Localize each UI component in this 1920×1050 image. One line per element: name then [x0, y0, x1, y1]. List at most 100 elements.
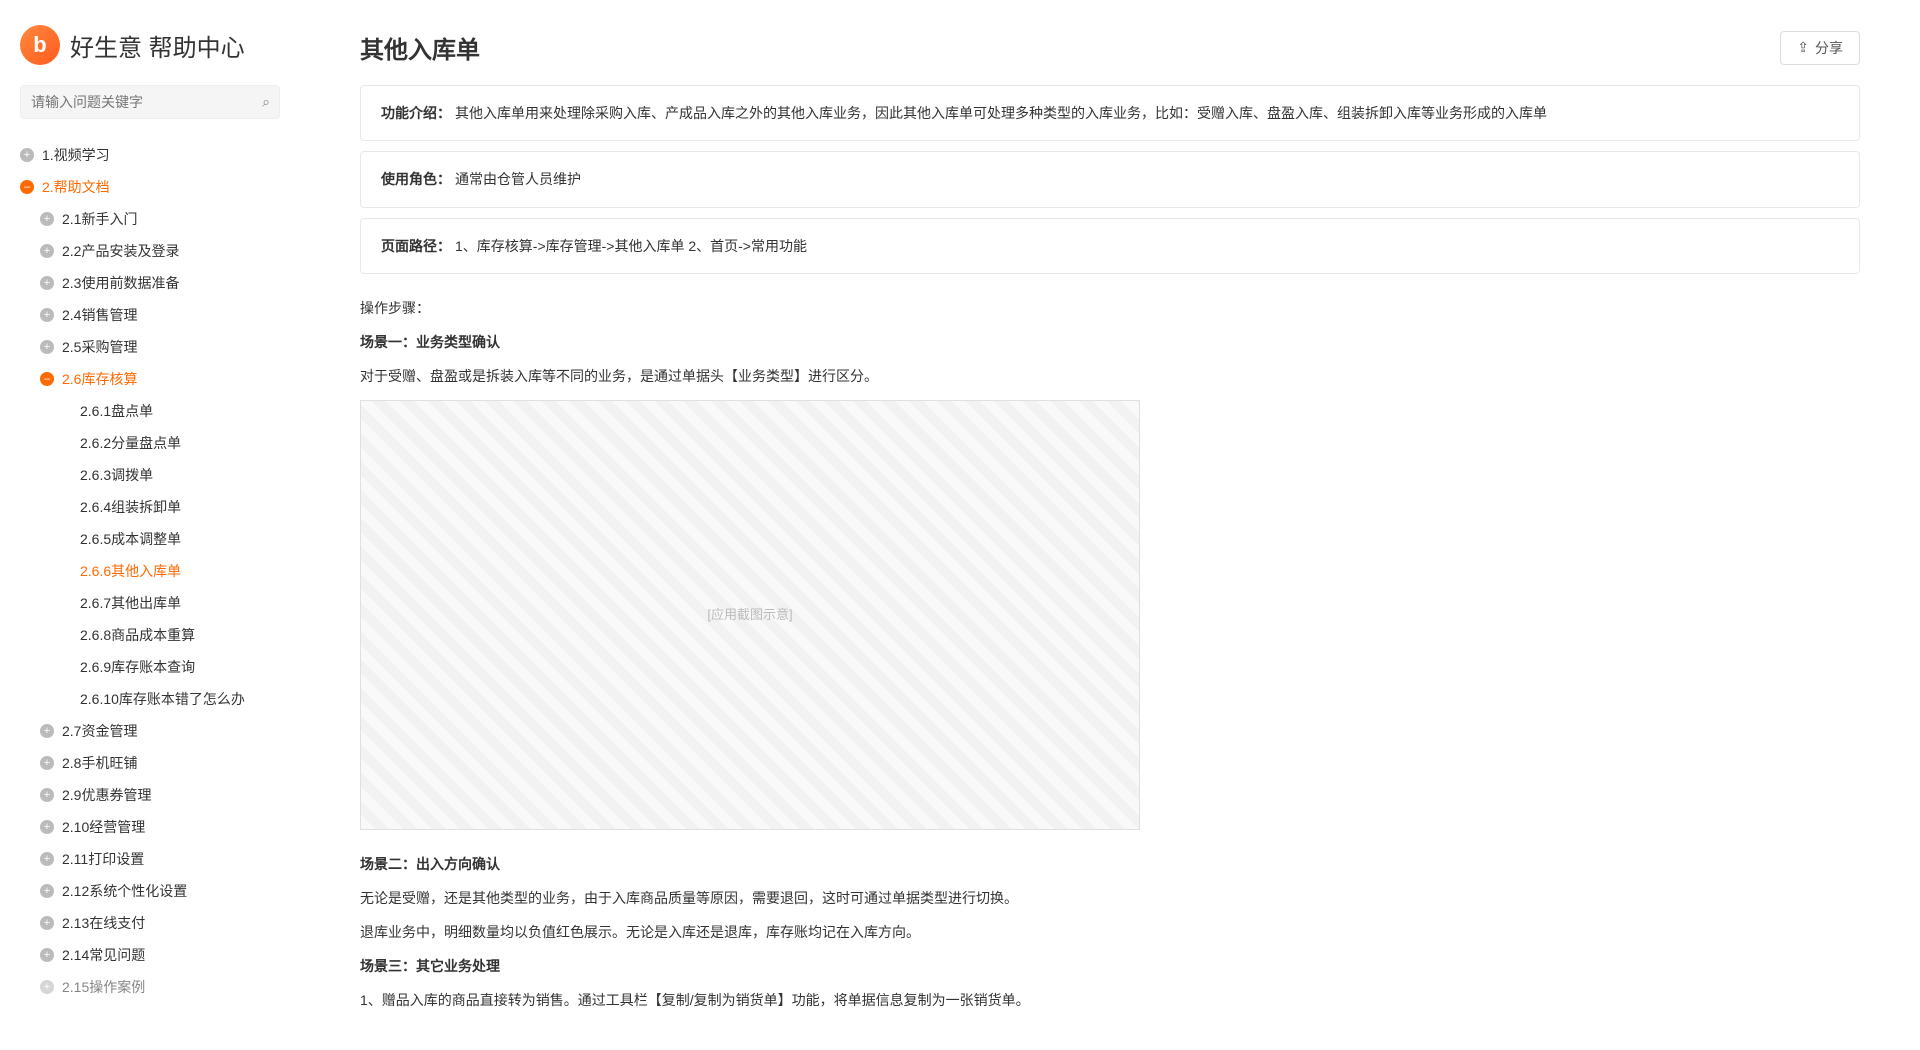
- intro-text: 其他入库单用来处理除采购入库、产成品入库之外的其他入库业务，因此其他入库单可处理…: [455, 105, 1547, 121]
- app-screenshot-placeholder: [应用截图示意]: [360, 400, 1140, 830]
- expand-icon: +: [20, 148, 34, 162]
- content-body: 操作步骤： 场景一：业务类型确认 对于受赠、盘盈或是拆装入库等不同的业务，是通过…: [360, 294, 1860, 1014]
- expand-icon: +: [40, 340, 54, 354]
- nav-2-3[interactable]: +2.3使用前数据准备: [40, 267, 280, 299]
- nav-label: 2.6.3调拨单: [80, 465, 153, 485]
- nav-2-8[interactable]: +2.8手机旺铺: [40, 747, 280, 779]
- collapse-icon: –: [40, 372, 54, 386]
- nav-2-6-1[interactable]: 2.6.1盘点单: [80, 395, 280, 427]
- role-label: 使用角色：: [381, 171, 451, 187]
- main-content: 其他入库单 ⇪ 分享 功能介绍：其他入库单用来处理除采购入库、产成品入库之外的其…: [300, 0, 1920, 1050]
- role-box: 使用角色：通常由仓管人员维护: [360, 151, 1860, 207]
- nav-label: 2.6.7其他出库单: [80, 593, 181, 613]
- expand-icon: +: [40, 756, 54, 770]
- search-input[interactable]: [20, 85, 280, 119]
- nav-label: 2.6.10库存账本错了怎么办: [80, 689, 245, 709]
- page-title: 其他入库单: [360, 30, 480, 65]
- expand-icon: +: [40, 916, 54, 930]
- scene1-body: 对于受赠、盘盈或是拆装入库等不同的业务，是通过单据头【业务类型】进行区分。: [360, 362, 1860, 390]
- intro-label: 功能介绍：: [381, 105, 451, 121]
- nav-label: 2.6.4组装拆卸单: [80, 497, 181, 517]
- nav-label: 2.1新手入门: [62, 209, 137, 229]
- role-text: 通常由仓管人员维护: [455, 171, 581, 187]
- nav-2-6-3[interactable]: 2.6.3调拨单: [80, 459, 280, 491]
- nav-label: 2.6.9库存账本查询: [80, 657, 195, 677]
- nav-2-14[interactable]: +2.14常见问题: [40, 939, 280, 971]
- nav-2-6-7[interactable]: 2.6.7其他出库单: [80, 587, 280, 619]
- nav-label: 2.6.8商品成本重算: [80, 625, 195, 645]
- expand-icon: +: [40, 884, 54, 898]
- nav-label: 2.12系统个性化设置: [62, 881, 187, 901]
- share-label: 分享: [1815, 38, 1843, 58]
- logo-icon: b: [20, 25, 60, 65]
- nav-2-6-9[interactable]: 2.6.9库存账本查询: [80, 651, 280, 683]
- nav-2-6-8[interactable]: 2.6.8商品成本重算: [80, 619, 280, 651]
- nav-label: 1.视频学习: [42, 145, 110, 165]
- nav-label: 2.4销售管理: [62, 305, 137, 325]
- nav-label: 2.10经营管理: [62, 817, 145, 837]
- share-button[interactable]: ⇪ 分享: [1780, 31, 1860, 65]
- scene1-title: 场景一：业务类型确认: [360, 328, 1860, 356]
- nav-2-11[interactable]: +2.11打印设置: [40, 843, 280, 875]
- scene2-line1: 无论是受赠，还是其他类型的业务，由于入库商品质量等原因，需要退回，这时可通过单据…: [360, 884, 1860, 912]
- nav-label: 2.14常见问题: [62, 945, 145, 965]
- nav-label: 2.8手机旺铺: [62, 753, 137, 773]
- sidebar: b 好生意 帮助中心 ⌕ + 1.视频学习 – 2.帮助文档 +2.1新手入门 …: [0, 0, 300, 1050]
- nav-label: 2.11打印设置: [62, 849, 144, 869]
- nav-label: 2.5采购管理: [62, 337, 137, 357]
- nav-label: 2.6库存核算: [62, 369, 137, 389]
- expand-icon: +: [40, 276, 54, 290]
- expand-icon: +: [40, 980, 54, 994]
- path-label: 页面路径：: [381, 238, 451, 254]
- nav-label: 2.6.6其他入库单: [80, 561, 181, 581]
- nav-2-4[interactable]: +2.4销售管理: [40, 299, 280, 331]
- nav-2-6-5[interactable]: 2.6.5成本调整单: [80, 523, 280, 555]
- nav-2-12[interactable]: +2.12系统个性化设置: [40, 875, 280, 907]
- scene3-title: 场景三：其它业务处理: [360, 952, 1860, 980]
- expand-icon: +: [40, 308, 54, 322]
- nav-2-5[interactable]: +2.5采购管理: [40, 331, 280, 363]
- nav-2-6-4[interactable]: 2.6.4组装拆卸单: [80, 491, 280, 523]
- nav-label: 2.9优惠券管理: [62, 785, 151, 805]
- path-text: 1、库存核算->库存管理->其他入库单 2、首页->常用功能: [455, 238, 807, 254]
- nav-label: 2.3使用前数据准备: [62, 273, 179, 293]
- scene2-title: 场景二：出入方向确认: [360, 850, 1860, 878]
- expand-icon: +: [40, 820, 54, 834]
- brand-row: b 好生意 帮助中心: [20, 25, 280, 65]
- intro-box: 功能介绍：其他入库单用来处理除采购入库、产成品入库之外的其他入库业务，因此其他入…: [360, 85, 1860, 141]
- nav-2-2[interactable]: +2.2产品安装及登录: [40, 235, 280, 267]
- brand-text: 好生意 帮助中心: [70, 28, 245, 63]
- nav-2-6-2[interactable]: 2.6.2分量盘点单: [80, 427, 280, 459]
- nav-2-6-10[interactable]: 2.6.10库存账本错了怎么办: [80, 683, 280, 715]
- nav-label: 2.6.1盘点单: [80, 401, 153, 421]
- path-box: 页面路径：1、库存核算->库存管理->其他入库单 2、首页->常用功能: [360, 218, 1860, 274]
- nav-2-1[interactable]: +2.1新手入门: [40, 203, 280, 235]
- share-icon: ⇪: [1797, 39, 1809, 56]
- scene3-line1: 1、赠品入库的商品直接转为销售。通过工具栏【复制/复制为销货单】功能，将单据信息…: [360, 986, 1860, 1014]
- nav-help-docs[interactable]: – 2.帮助文档: [20, 171, 280, 203]
- nav-2-9[interactable]: +2.9优惠券管理: [40, 779, 280, 811]
- nav-2-13[interactable]: +2.13在线支付: [40, 907, 280, 939]
- nav-label: 2.帮助文档: [42, 177, 110, 197]
- nav-2-10[interactable]: +2.10经营管理: [40, 811, 280, 843]
- nav-2-15[interactable]: +2.15操作案例: [40, 971, 280, 1003]
- search-icon[interactable]: ⌕: [262, 94, 270, 111]
- nav-label: 2.6.5成本调整单: [80, 529, 181, 549]
- nav-2-6-6[interactable]: 2.6.6其他入库单: [80, 555, 280, 587]
- search-wrap: ⌕: [20, 85, 280, 119]
- expand-icon: +: [40, 948, 54, 962]
- collapse-icon: –: [20, 180, 34, 194]
- nav-label: 2.15操作案例: [62, 977, 145, 997]
- nav-label: 2.2产品安装及登录: [62, 241, 179, 261]
- nav-label: 2.6.2分量盘点单: [80, 433, 181, 453]
- scene2-line2: 退库业务中，明细数量均以负值红色展示。无论是入库还是退库，库存账均记在入库方向。: [360, 918, 1860, 946]
- nav-label: 2.7资金管理: [62, 721, 137, 741]
- nav-2-7[interactable]: +2.7资金管理: [40, 715, 280, 747]
- nav-2-6[interactable]: –2.6库存核算: [40, 363, 280, 395]
- nav-label: 2.13在线支付: [62, 913, 145, 933]
- expand-icon: +: [40, 788, 54, 802]
- expand-icon: +: [40, 212, 54, 226]
- steps-label: 操作步骤：: [360, 294, 1860, 322]
- nav-video-learning[interactable]: + 1.视频学习: [20, 139, 280, 171]
- expand-icon: +: [40, 724, 54, 738]
